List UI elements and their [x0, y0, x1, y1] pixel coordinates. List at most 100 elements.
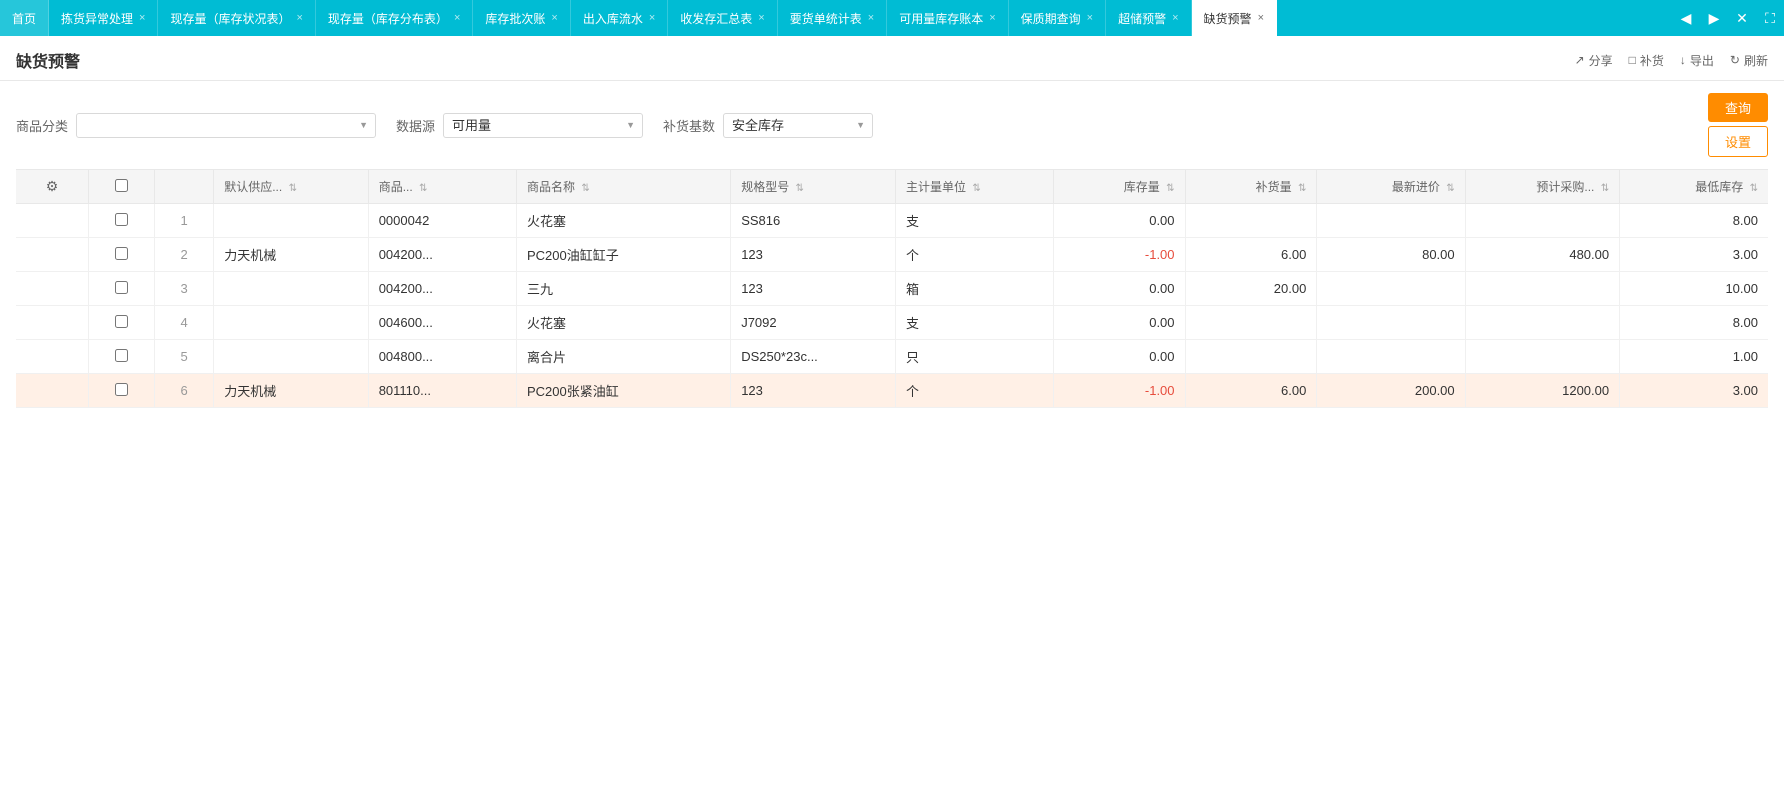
- tab-close-stock-status[interactable]: ×: [296, 12, 302, 24]
- tab-close-inout-flow[interactable]: ×: [649, 12, 655, 24]
- row-checkbox-4[interactable]: [115, 349, 128, 362]
- datasource-select[interactable]: 可用量 库存量: [443, 113, 643, 138]
- settings-button[interactable]: 设置: [1708, 126, 1768, 157]
- share-action[interactable]: ↗ 分享: [1575, 52, 1613, 69]
- tab-close-overstock-warning[interactable]: ×: [1172, 12, 1178, 24]
- tab-close-requisition-stat[interactable]: ×: [868, 12, 874, 24]
- row-supplement-3: [1185, 306, 1317, 340]
- row-checkbox-3[interactable]: [115, 315, 128, 328]
- row-estimated-4: [1465, 340, 1619, 374]
- tab-close-available-ledger[interactable]: ×: [989, 12, 995, 24]
- row-latest-price-4: [1317, 340, 1465, 374]
- datasource-select-wrapper: 可用量 库存量: [443, 113, 643, 138]
- sort-supplier-icon[interactable]: ⇅: [289, 183, 297, 194]
- row-code-3: 004600...: [368, 306, 516, 340]
- row-latest-price-5: 200.00: [1317, 374, 1465, 408]
- row-settings-2: [16, 272, 89, 306]
- sort-min-stock-icon[interactable]: ⇅: [1750, 183, 1758, 194]
- row-latest-price-0: [1317, 204, 1465, 238]
- action-buttons: 查询 设置: [1708, 93, 1768, 157]
- col-header-name: 商品名称 ⇅: [516, 170, 730, 204]
- row-supplement-4: [1185, 340, 1317, 374]
- tab-close-expiry-query[interactable]: ×: [1087, 12, 1093, 24]
- col-header-checkbox: [89, 170, 155, 204]
- supplement-base-filter-group: 补货基数 安全库存 最低库存: [663, 113, 873, 138]
- table-row: 6 力天机械 801110... PC200张紧油缸 123 个 -1.00 6…: [16, 374, 1768, 408]
- tab-home[interactable]: 首页: [0, 0, 49, 36]
- row-num-4: 5: [154, 340, 213, 374]
- row-supplement-2: 20.00: [1185, 272, 1317, 306]
- col-header-min-stock: 最低库存 ⇅: [1620, 170, 1768, 204]
- sort-stock-icon[interactable]: ⇅: [1166, 183, 1174, 194]
- row-checkbox-2[interactable]: [115, 281, 128, 294]
- supplement-base-select[interactable]: 安全库存 最低库存: [723, 113, 873, 138]
- col-header-settings: ⚙: [16, 170, 89, 204]
- row-latest-price-2: [1317, 272, 1465, 306]
- sort-unit-icon[interactable]: ⇅: [972, 183, 980, 194]
- sort-estimated-icon[interactable]: ⇅: [1601, 183, 1609, 194]
- supplement-base-select-wrapper: 安全库存 最低库存: [723, 113, 873, 138]
- tab-close-receive-summary[interactable]: ×: [758, 12, 764, 24]
- tab-close-abnormal[interactable]: ×: [139, 12, 145, 24]
- col-header-supplier: 默认供应... ⇅: [214, 170, 368, 204]
- row-num-0: 1: [154, 204, 213, 238]
- export-action[interactable]: ↓ 导出: [1680, 52, 1714, 69]
- refresh-icon: ↻: [1730, 53, 1740, 67]
- row-supplier-2: [214, 272, 368, 306]
- row-estimated-1: 480.00: [1465, 238, 1619, 272]
- tab-overstock-warning[interactable]: 超储预警 ×: [1106, 0, 1191, 36]
- row-spec-4: DS250*23c...: [731, 340, 896, 374]
- category-select[interactable]: [76, 113, 376, 138]
- row-settings-5: [16, 374, 89, 408]
- row-checkbox-0[interactable]: [115, 213, 128, 226]
- tab-close-batch-account[interactable]: ×: [551, 12, 557, 24]
- query-button[interactable]: 查询: [1708, 93, 1768, 122]
- row-min-stock-4: 1.00: [1620, 340, 1768, 374]
- tab-stock-dist[interactable]: 现存量（库存分布表） ×: [316, 0, 473, 36]
- shortage-table: ⚙ 默认供应... ⇅ 商品... ⇅ 商品名称: [16, 169, 1768, 408]
- tab-available-ledger[interactable]: 可用量库存账本 ×: [887, 0, 1008, 36]
- tab-batch-account[interactable]: 库存批次账 ×: [473, 0, 570, 36]
- row-code-1: 004200...: [368, 238, 516, 272]
- select-all-checkbox[interactable]: [115, 179, 128, 192]
- tab-requisition-stat[interactable]: 要货单统计表 ×: [778, 0, 887, 36]
- tab-prev-button[interactable]: ◀: [1672, 0, 1700, 36]
- sort-spec-icon[interactable]: ⇅: [796, 183, 804, 194]
- table-settings-gear[interactable]: ⚙: [46, 178, 59, 194]
- sort-supplement-icon[interactable]: ⇅: [1298, 183, 1306, 194]
- tab-close-shortage-warning[interactable]: ×: [1258, 12, 1264, 24]
- row-unit-2: 箱: [895, 272, 1053, 306]
- tab-expiry-query[interactable]: 保质期查询 ×: [1009, 0, 1106, 36]
- row-settings-4: [16, 340, 89, 374]
- row-min-stock-1: 3.00: [1620, 238, 1768, 272]
- tab-receive-summary[interactable]: 收发存汇总表 ×: [668, 0, 777, 36]
- refresh-action[interactable]: ↻ 刷新: [1730, 52, 1768, 69]
- category-label: 商品分类: [16, 116, 68, 135]
- tab-fullscreen-button[interactable]: ⛶: [1756, 0, 1784, 36]
- tab-abnormal[interactable]: 拣货异常处理 ×: [49, 0, 158, 36]
- row-unit-4: 只: [895, 340, 1053, 374]
- row-checkbox-cell-2: [89, 272, 155, 306]
- row-name-5: PC200张紧油缸: [516, 374, 730, 408]
- tab-stock-status[interactable]: 现存量（库存状况表） ×: [158, 0, 315, 36]
- row-min-stock-5: 3.00: [1620, 374, 1768, 408]
- share-icon: ↗: [1575, 53, 1585, 67]
- table-row: 3 004200... 三九 123 箱 0.00 20.00 10.00: [16, 272, 1768, 306]
- tab-next-button[interactable]: ▶: [1700, 0, 1728, 36]
- sort-latest-price-icon[interactable]: ⇅: [1446, 183, 1454, 194]
- tab-close-stock-dist[interactable]: ×: [454, 12, 460, 24]
- tab-shortage-warning[interactable]: 缺货预警 ×: [1192, 0, 1277, 36]
- sort-code-icon[interactable]: ⇅: [419, 183, 427, 194]
- row-checkbox-5[interactable]: [115, 383, 128, 396]
- col-header-estimated: 预计采购... ⇅: [1465, 170, 1619, 204]
- row-checkbox-1[interactable]: [115, 247, 128, 260]
- tab-inout-flow[interactable]: 出入库流水 ×: [571, 0, 668, 36]
- tab-close-all-button[interactable]: ✕: [1728, 0, 1756, 36]
- sort-name-icon[interactable]: ⇅: [581, 183, 589, 194]
- row-checkbox-cell-4: [89, 340, 155, 374]
- table-row: 1 0000042 火花塞 SS816 支 0.00 8.00: [16, 204, 1768, 238]
- supplement-action[interactable]: □ 补货: [1629, 52, 1664, 69]
- table-body: 1 0000042 火花塞 SS816 支 0.00 8.00 2 力天机械 0…: [16, 204, 1768, 408]
- row-code-2: 004200...: [368, 272, 516, 306]
- row-spec-5: 123: [731, 374, 896, 408]
